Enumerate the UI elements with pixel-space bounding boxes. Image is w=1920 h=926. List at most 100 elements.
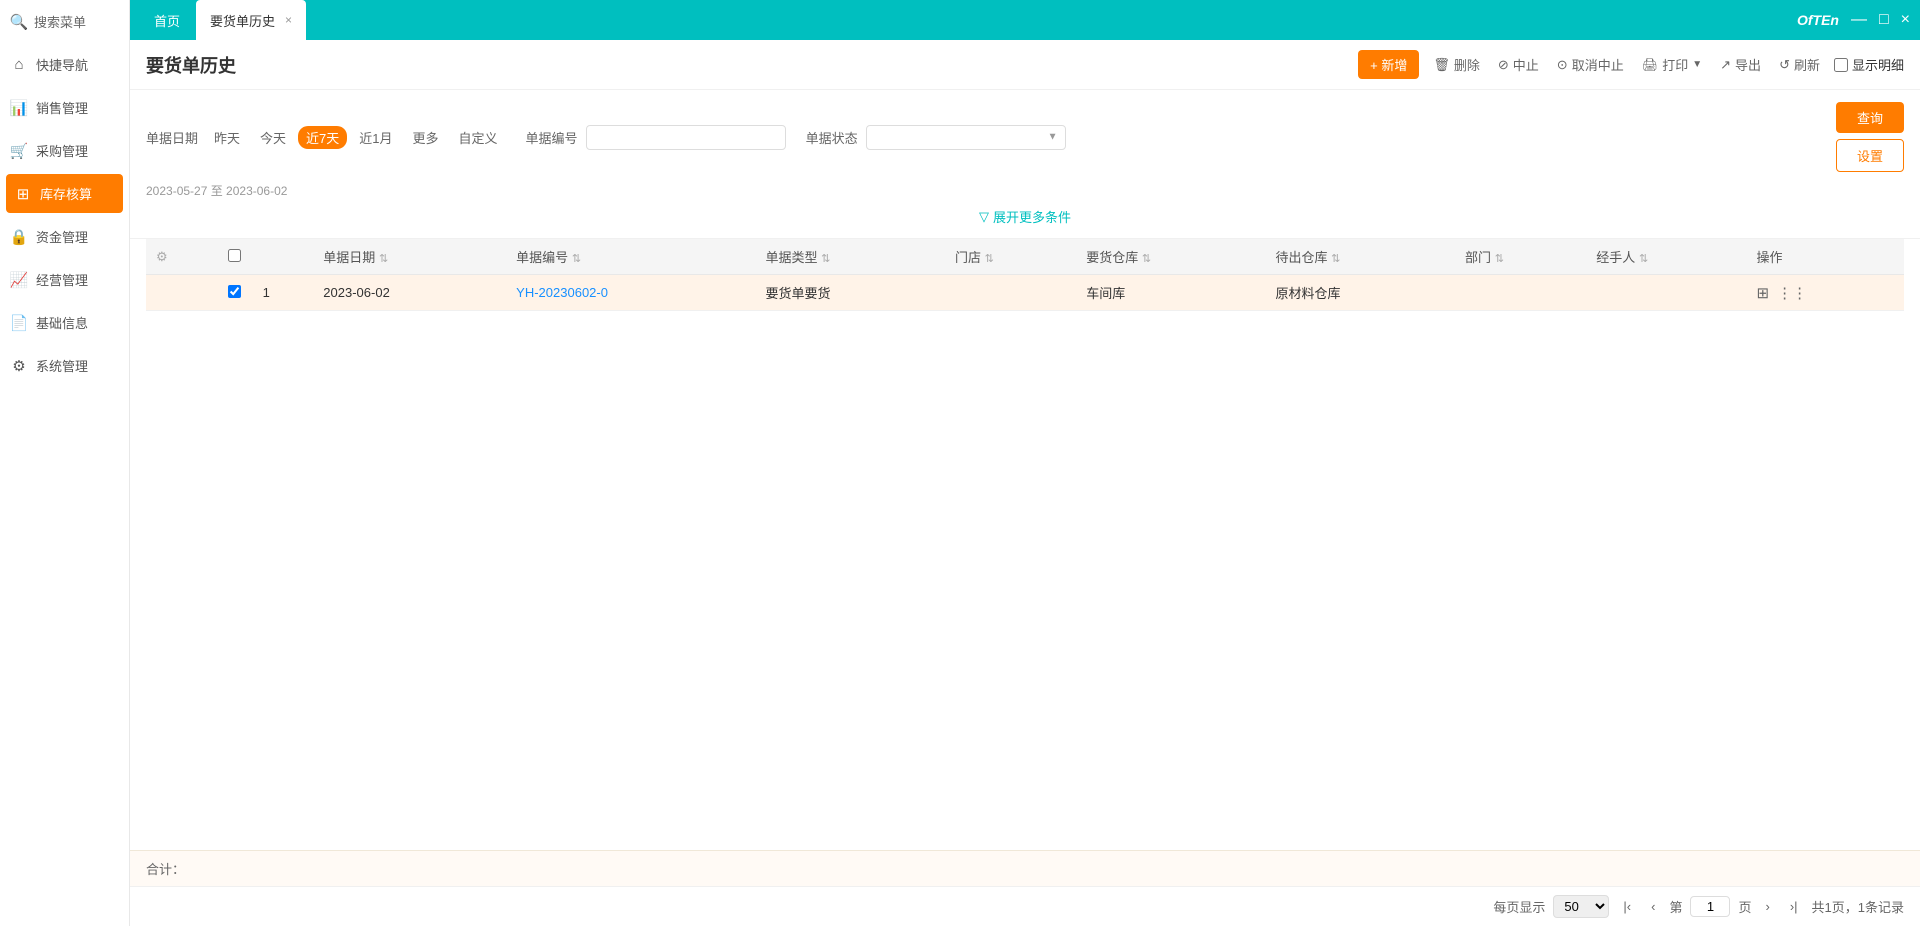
prev-page-btn[interactable]: ‹	[1645, 897, 1661, 916]
date-filter-group: 单据日期 昨天 今天 近7天 近1月 更多 自定义	[146, 126, 506, 149]
display-detail-label: 显示明细	[1852, 55, 1904, 74]
date-btn-custom[interactable]: 自定义	[451, 126, 506, 149]
td-doc-type: 要货单要货	[755, 275, 945, 311]
th-checkbox[interactable]	[217, 239, 253, 275]
th-doc-date[interactable]: 单据日期 ⇅	[313, 239, 506, 275]
sidebar-item-quick-nav[interactable]: ⌂ 快捷导航	[0, 43, 129, 86]
sort-icon: ⇅	[985, 253, 994, 265]
row-checkbox[interactable]	[228, 285, 241, 298]
tab-close-icon[interactable]: ×	[285, 13, 292, 27]
brand-label: OfTEn	[1797, 12, 1839, 28]
sidebar-item-inventory[interactable]: ⊞ 库存核算	[6, 174, 123, 213]
new-button[interactable]: + 新增	[1358, 50, 1419, 79]
td-checkbox[interactable]	[217, 275, 253, 311]
date-filter-label: 单据日期	[146, 128, 198, 147]
th-department[interactable]: 部门 ⇅	[1455, 239, 1586, 275]
ops-icon: 📈	[10, 271, 28, 289]
date-btn-yesterday[interactable]: 昨天	[206, 126, 248, 149]
toolbar: + 新增 🗑 删除 ⊘ 中止 ⊙ 取消中止 🖨 打印 ▼	[1358, 50, 1904, 79]
status-select-wrapper	[866, 125, 1066, 150]
date-btn-more[interactable]: 更多	[405, 126, 447, 149]
delete-button[interactable]: 🗑 删除	[1429, 53, 1484, 76]
sort-icon: ⇅	[1639, 253, 1648, 265]
settings-button[interactable]: 设置	[1836, 139, 1904, 172]
th-pending-warehouse[interactable]: 待出仓库 ⇅	[1265, 239, 1455, 275]
doc-no-link[interactable]: YH-20230602-0	[516, 285, 608, 300]
tab-active[interactable]: 要货单历史 ×	[196, 0, 306, 40]
filter-area: 单据日期 昨天 今天 近7天 近1月 更多 自定义 单据编号 单据状态	[130, 90, 1920, 239]
th-actions: 操作	[1747, 239, 1904, 275]
display-detail-checkbox[interactable]	[1834, 58, 1848, 72]
expand-more-btn[interactable]: ▽ 展开更多条件	[146, 207, 1904, 226]
doc-no-input[interactable]	[586, 125, 786, 150]
inventory-icon: ⊞	[14, 185, 32, 203]
export-button[interactable]: ↗ 导出	[1716, 53, 1765, 76]
th-handler[interactable]: 经手人 ⇅	[1586, 239, 1746, 275]
date-btn-1month[interactable]: 近1月	[351, 126, 400, 149]
sidebar-item-operations[interactable]: 📈 经营管理	[0, 258, 129, 301]
sidebar-item-label: 库存核算	[40, 184, 92, 203]
minimize-icon[interactable]: —	[1851, 11, 1867, 29]
last-page-btn[interactable]: ›|	[1784, 897, 1804, 916]
print-dropdown-icon: ▼	[1692, 59, 1702, 70]
sidebar-item-purchase[interactable]: 🛒 采购管理	[0, 129, 129, 172]
close-icon[interactable]: ×	[1901, 11, 1910, 29]
cancel-stop-button[interactable]: ⊙ 取消中止	[1553, 53, 1628, 76]
content-wrapper: 要货单历史 + 新增 🗑 删除 ⊘ 中止 ⊙ 取消中止 🖨 打印	[130, 40, 1920, 926]
query-button[interactable]: 查询	[1836, 102, 1904, 133]
pagination-bar: 每页显示 50 10 20 100 |‹ ‹ 第 页 › ›| 共1页，1条记录	[130, 886, 1920, 926]
date-btn-today[interactable]: 今天	[252, 126, 294, 149]
th-doc-type[interactable]: 单据类型 ⇅	[755, 239, 945, 275]
more-action-icon[interactable]: ⋮⋮	[1777, 284, 1807, 302]
td-pending-warehouse: 原材料仓库	[1265, 275, 1455, 311]
next-page-btn[interactable]: ›	[1759, 897, 1775, 916]
sidebar-item-label: 销售管理	[36, 98, 88, 117]
refresh-icon: ↺	[1779, 57, 1790, 73]
sidebar-item-label: 系统管理	[36, 356, 88, 375]
stop-icon: ⊘	[1498, 57, 1509, 73]
select-all-checkbox[interactable]	[228, 249, 241, 262]
print-button[interactable]: 🖨 打印 ▼	[1638, 53, 1706, 76]
sidebar-item-sales[interactable]: 📊 销售管理	[0, 86, 129, 129]
table-body: 1 2023-06-02 YH-20230602-0 要货单要货 车间库 原材料…	[146, 275, 1904, 311]
delete-label: 删除	[1454, 55, 1480, 74]
page-size-select[interactable]: 50 10 20 100	[1553, 895, 1609, 918]
tab-home[interactable]: 首页	[140, 0, 194, 40]
page-label: 第	[1669, 897, 1682, 916]
filter-row-1: 单据日期 昨天 今天 近7天 近1月 更多 自定义 单据编号 单据状态	[146, 102, 1904, 172]
total-label: 合计：	[146, 859, 185, 878]
date-btn-7days[interactable]: 近7天	[298, 126, 347, 149]
doc-icon: 📄	[10, 314, 28, 332]
table-footer: 合计：	[130, 850, 1920, 886]
topbar-right: OfTEn — □ ×	[1797, 11, 1910, 29]
th-actions-label: 操作	[1757, 250, 1783, 265]
home-icon: ⌂	[10, 56, 28, 74]
th-doc-no[interactable]: 单据编号 ⇅	[506, 239, 755, 275]
refresh-button[interactable]: ↺ 刷新	[1775, 53, 1824, 76]
maximize-icon[interactable]: □	[1879, 11, 1889, 29]
th-gear[interactable]: ⚙	[146, 239, 217, 275]
th-store[interactable]: 门店 ⇅	[945, 239, 1076, 275]
th-req-warehouse[interactable]: 要货仓库 ⇅	[1076, 239, 1265, 275]
view-action-icon[interactable]: ⊞	[1757, 284, 1770, 302]
doc-no-filter-group: 单据编号	[526, 125, 786, 150]
total-info: 共1页，1条记录	[1812, 897, 1904, 916]
page-title: 要货单历史	[146, 52, 236, 78]
main-area: 首页 要货单历史 × OfTEn — □ × 要货单历史 + 新增 🗑 删除 ⊘	[130, 0, 1920, 926]
status-select[interactable]	[866, 125, 1066, 150]
stop-button[interactable]: ⊘ 中止	[1494, 53, 1543, 76]
page-input[interactable]	[1690, 896, 1730, 917]
sidebar-item-finance[interactable]: 🔒 资金管理	[0, 215, 129, 258]
first-page-btn[interactable]: |‹	[1617, 897, 1637, 916]
search-menu[interactable]: 🔍 搜索菜单	[0, 0, 129, 43]
status-filter-label: 单据状态	[806, 128, 858, 147]
sidebar-item-basic-info[interactable]: 📄 基础信息	[0, 301, 129, 344]
sidebar-item-system[interactable]: ⚙ 系统管理	[0, 344, 129, 387]
print-label: 打印	[1662, 55, 1688, 74]
table-row: 1 2023-06-02 YH-20230602-0 要货单要货 车间库 原材料…	[146, 275, 1904, 311]
display-detail-toggle[interactable]: 显示明细	[1834, 55, 1904, 74]
sort-icon: ⇅	[1495, 253, 1504, 265]
tab-home-label: 首页	[154, 11, 180, 30]
stop-label: 中止	[1513, 55, 1539, 74]
tab-active-label: 要货单历史	[210, 11, 275, 30]
